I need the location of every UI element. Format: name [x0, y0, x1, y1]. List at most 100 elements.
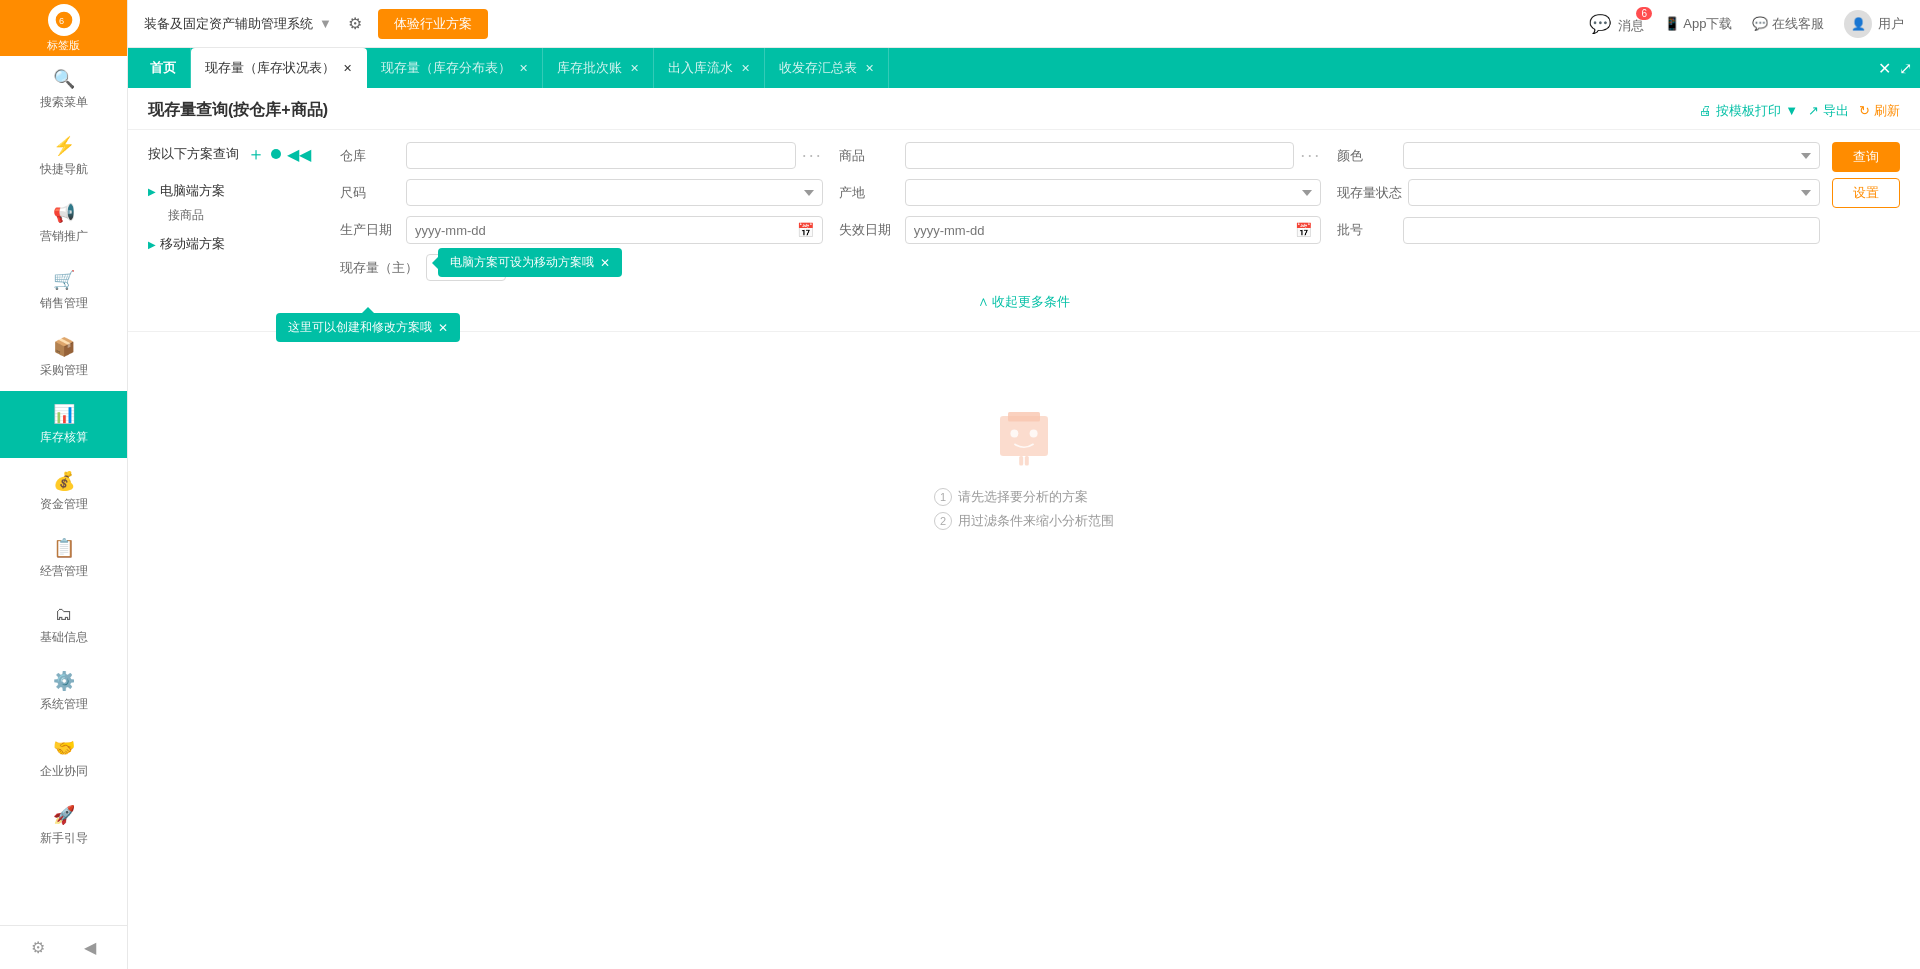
tab-summary[interactable]: 收发存汇总表 ✕ [765, 48, 889, 88]
tab-close-flow[interactable]: ✕ [741, 62, 750, 75]
avatar: 👤 [1844, 10, 1872, 38]
svg-rect-6 [1019, 456, 1023, 466]
purchase-icon: 📦 [53, 336, 75, 358]
sidebar-item-guide[interactable]: 🚀 新手引导 [0, 792, 127, 859]
scheme-tooltip-close[interactable]: ✕ [600, 256, 610, 270]
goods-field: 商品 ··· [839, 142, 1322, 169]
sidebar-item-search[interactable]: 🔍 搜索菜单 [0, 56, 127, 123]
goods-input[interactable] [905, 142, 1295, 169]
tab-home[interactable]: 首页 [136, 48, 191, 88]
system-icon: ⚙️ [53, 670, 75, 692]
tab-inventory-status[interactable]: 现存量（库存状况表） ✕ [191, 48, 367, 88]
tab-close-inventory-status[interactable]: ✕ [343, 62, 352, 75]
svg-rect-3 [1008, 412, 1040, 422]
top-header: 装备及固定资产辅助管理系统 ▼ ⚙ 体验行业方案 💬 6 消息 📱 App下载 … [128, 0, 1920, 48]
mfg-date-field: 生产日期 📅 [340, 216, 823, 244]
sidebar-item-quicknav[interactable]: ⚡ 快捷导航 [0, 123, 127, 190]
color-control [1403, 142, 1820, 169]
sidebar: 6 标签版 🔍 搜索菜单 ⚡ 快捷导航 📢 营销推广 🛒 销售管理 📦 采购管理… [0, 0, 128, 969]
quicknav-icon: ⚡ [53, 135, 75, 157]
marketing-icon: 📢 [53, 202, 75, 224]
exp-date-input[interactable] [914, 223, 1292, 238]
reset-button[interactable]: 设置 [1832, 178, 1900, 208]
message-icon-wrapper[interactable]: 💬 6 消息 [1589, 13, 1644, 35]
settings-footer-btn[interactable]: ⚙ [31, 938, 45, 957]
collapse-icon: ∧ [978, 294, 989, 309]
tab-flow[interactable]: 出入库流水 ✕ [654, 48, 765, 88]
tab-close-batch-account[interactable]: ✕ [630, 62, 639, 75]
batch-input[interactable] [1403, 217, 1820, 244]
scheme-group-desktop: ▶ 电脑端方案 接商品 [148, 178, 328, 227]
sidebar-item-sales[interactable]: 🛒 销售管理 [0, 257, 127, 324]
arrow-left-icon[interactable]: ◀◀ [287, 145, 311, 164]
scheme-item-goods[interactable]: 接商品 [148, 204, 328, 227]
app-download-link[interactable]: 📱 App下载 [1664, 15, 1732, 33]
system-dropdown-icon[interactable]: ▼ [319, 16, 332, 31]
mfg-date-input[interactable] [415, 223, 793, 238]
origin-select[interactable] [905, 179, 1322, 206]
size-field: 尺码 [340, 179, 823, 206]
color-select[interactable] [1403, 142, 1820, 169]
color-label: 颜色 [1337, 147, 1397, 165]
main-content: 装备及固定资产辅助管理系统 ▼ ⚙ 体验行业方案 💬 6 消息 📱 App下载 … [128, 0, 1920, 969]
exp-date-control: 📅 [905, 216, 1322, 244]
sidebar-item-system[interactable]: ⚙️ 系统管理 [0, 658, 127, 725]
online-support-link[interactable]: 💬 在线客服 [1752, 15, 1824, 33]
tab-close-inventory-distribution[interactable]: ✕ [519, 62, 528, 75]
batch-field: 批号 [1337, 216, 1820, 244]
tab-close-summary[interactable]: ✕ [865, 62, 874, 75]
tab-inventory-distribution[interactable]: 现存量（库存分布表） ✕ [367, 48, 543, 88]
inventory-label: 现存量（主） [340, 259, 418, 277]
color-field: 颜色 [1337, 142, 1820, 169]
warehouse-input[interactable] [406, 142, 796, 169]
filter-left: 按以下方案查询 ＋ ◀◀ ▶ 电脑端方案 [148, 142, 328, 269]
goods-label: 商品 [839, 147, 899, 165]
tab-maximize-btn[interactable]: ⤢ [1899, 59, 1912, 78]
warehouse-dots[interactable]: ··· [802, 145, 823, 166]
print-template-btn[interactable]: 🖨 按模板打印 ▼ [1699, 102, 1798, 120]
search-button[interactable]: 查询 [1832, 142, 1900, 172]
scheme-tooltip-text: 电脑方案可设为移动方案哦 [450, 254, 594, 271]
add-scheme-btn[interactable]: ＋ [247, 142, 265, 166]
svg-point-4 [1010, 430, 1018, 438]
scheme-group-desktop-title[interactable]: ▶ 电脑端方案 [148, 178, 328, 204]
goods-dots[interactable]: ··· [1300, 145, 1321, 166]
sidebar-footer: ⚙ ◀ [0, 925, 127, 969]
edit-tooltip: 这里可以创建和修改方案哦 ✕ [276, 313, 460, 342]
mfg-date-calendar-icon[interactable]: 📅 [797, 222, 814, 238]
trial-button[interactable]: 体验行业方案 [378, 9, 488, 39]
sidebar-item-marketing[interactable]: 📢 营销推广 [0, 190, 127, 257]
tab-bar-actions: ✕ ⤢ [1878, 59, 1912, 78]
message-badge: 6 [1636, 7, 1652, 20]
sidebar-item-finance[interactable]: 💰 资金管理 [0, 458, 127, 525]
scheme-group-mobile: ▶ 移动端方案 [148, 231, 328, 257]
refresh-btn[interactable]: ↻ 刷新 [1859, 102, 1900, 120]
export-btn[interactable]: ↗ 导出 [1808, 102, 1849, 120]
sidebar-item-operations[interactable]: 📋 经营管理 [0, 525, 127, 592]
tab-minimize-btn[interactable]: ✕ [1878, 59, 1891, 78]
filter-label: 按以下方案查询 [148, 145, 239, 163]
stock-status-select[interactable] [1408, 179, 1820, 206]
tab-batch-account[interactable]: 库存批次账 ✕ [543, 48, 654, 88]
scheme-group-mobile-title[interactable]: ▶ 移动端方案 [148, 231, 328, 257]
filter-grid: 仓库 ··· 商品 ··· [340, 142, 1820, 244]
size-label: 尺码 [340, 184, 400, 202]
sidebar-item-inventory[interactable]: 📊 库存核算 [0, 391, 127, 458]
empty-illustration [984, 392, 1064, 472]
collapse-sidebar-btn[interactable]: ◀ [84, 938, 96, 957]
sidebar-item-basic[interactable]: 🗂 基础信息 [0, 592, 127, 658]
goods-control [905, 142, 1295, 169]
user-area[interactable]: 👤 用户 [1844, 10, 1904, 38]
svg-text:6: 6 [59, 16, 64, 26]
sidebar-item-enterprise[interactable]: 🤝 企业协同 [0, 725, 127, 792]
header-settings-icon[interactable]: ⚙ [348, 14, 362, 33]
size-select[interactable] [406, 179, 823, 206]
filter-header: 按以下方案查询 ＋ ◀◀ [148, 142, 328, 166]
edit-tooltip-close[interactable]: ✕ [438, 321, 448, 335]
tip-num-2: 2 [934, 512, 952, 530]
page-actions: 🖨 按模板打印 ▼ ↗ 导出 ↻ 刷新 [1699, 102, 1900, 120]
sidebar-item-purchase[interactable]: 📦 采购管理 [0, 324, 127, 391]
exp-date-calendar-icon[interactable]: 📅 [1295, 222, 1312, 238]
guide-icon: 🚀 [53, 804, 75, 826]
warehouse-label: 仓库 [340, 147, 400, 165]
